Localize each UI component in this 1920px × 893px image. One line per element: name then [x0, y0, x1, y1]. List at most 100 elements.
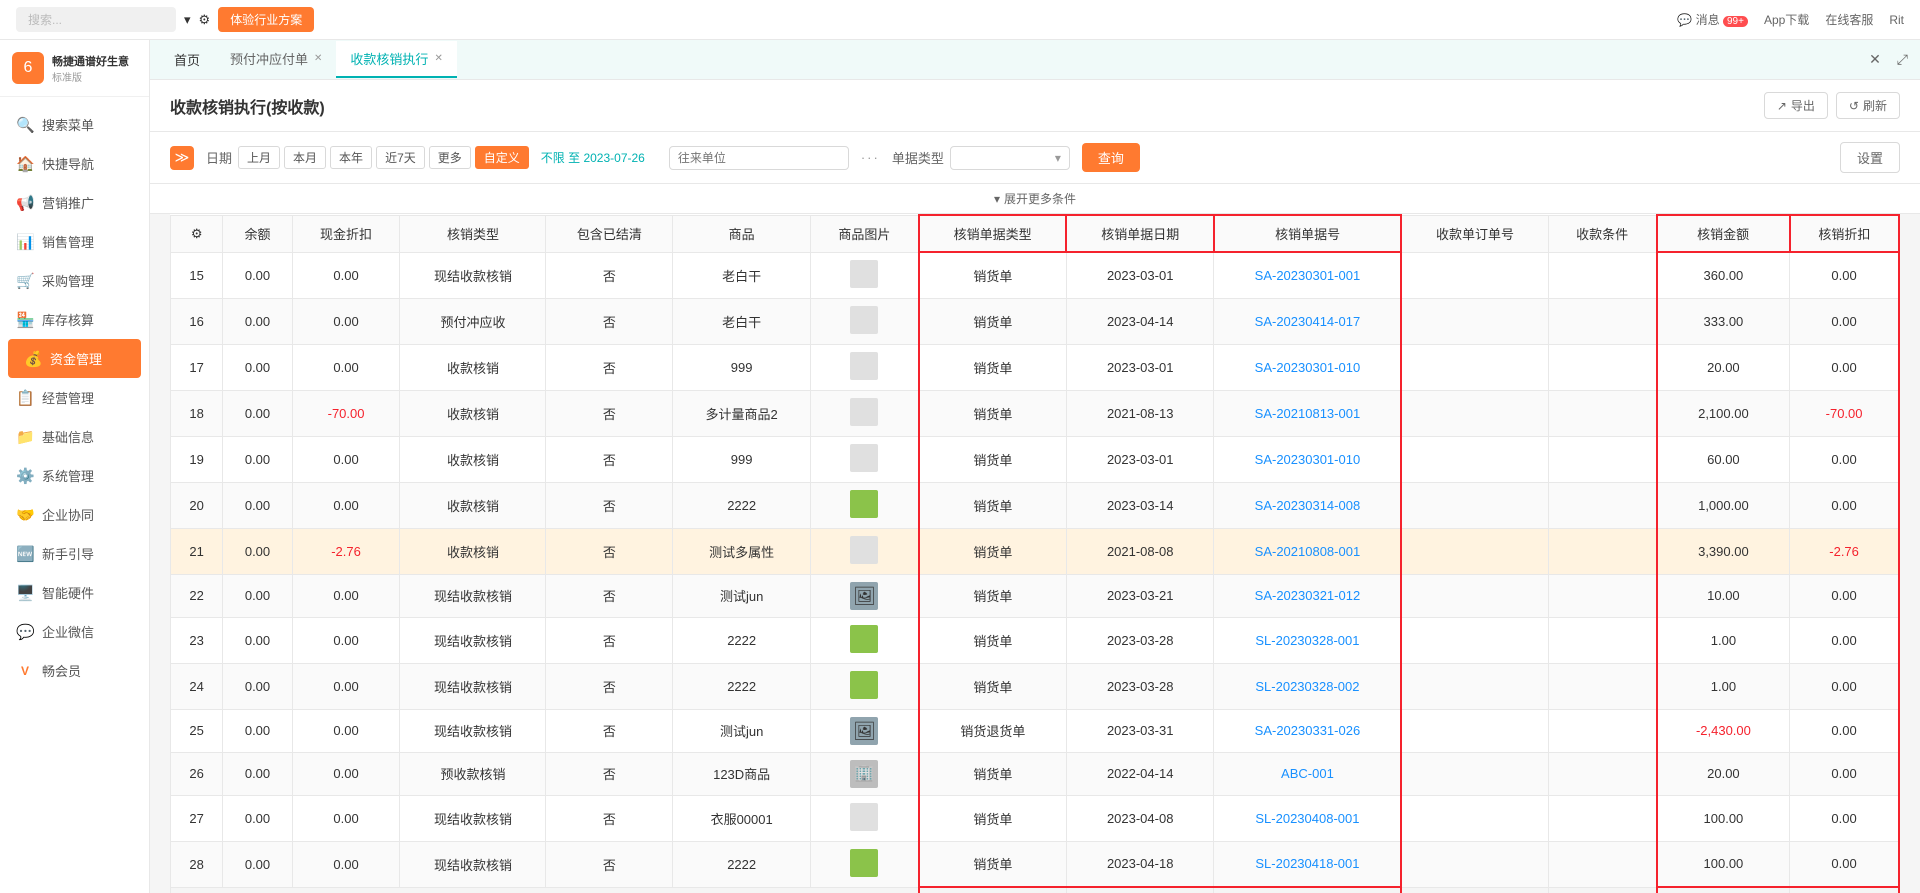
td-payment-term — [1548, 252, 1656, 298]
sidebar-logo: 6 畅捷通谱好生意 标准版 — [0, 40, 149, 97]
date-btn-this-month[interactable]: 本月 — [284, 146, 326, 169]
expand-conditions-btn[interactable]: ▾ 展开更多条件 — [994, 190, 1076, 207]
td-include-cleared: 否 — [546, 344, 673, 390]
message-icon[interactable]: 💬 消息 99+ — [1677, 11, 1748, 28]
td-include-cleared: 否 — [546, 252, 673, 298]
bill-type-select[interactable]: ▾ — [950, 146, 1070, 170]
sidebar-item-operations[interactable]: 📋 经营管理 — [0, 378, 149, 417]
th-payment-term: 收款条件 — [1548, 215, 1656, 252]
sidebar-item-search[interactable]: 🔍 搜索菜单 — [0, 105, 149, 144]
td-order-no — [1401, 252, 1548, 298]
bill-no-link[interactable]: SA-20230301-010 — [1255, 452, 1361, 467]
query-button[interactable]: 查询 — [1082, 143, 1140, 172]
td-bill-type: 销货单 — [919, 298, 1067, 344]
sidebar-item-sales[interactable]: 📊 销售管理 — [0, 222, 149, 261]
td-write-off-amount: 333.00 — [1657, 298, 1790, 344]
td-order-no — [1401, 574, 1548, 617]
bill-no-link[interactable]: SL-20230418-001 — [1255, 856, 1359, 871]
td-product-img — [810, 663, 918, 709]
date-btn-this-year[interactable]: 本年 — [330, 146, 372, 169]
tab-prepay-close[interactable]: ✕ — [314, 53, 322, 64]
sidebar-item-system[interactable]: ⚙️ 系统管理 — [0, 456, 149, 495]
th-settings[interactable]: ⚙ — [171, 215, 223, 252]
bill-no-link[interactable]: SA-20230331-026 — [1255, 723, 1361, 738]
sidebar-label-operations: 经营管理 — [42, 388, 94, 407]
refresh-button[interactable]: ↺ 刷新 — [1836, 92, 1900, 119]
settings-icon[interactable]: ⚙ — [199, 12, 211, 28]
date-btn-more[interactable]: 更多 — [429, 146, 471, 169]
system-icon: ⚙️ — [16, 467, 34, 485]
bill-no-link[interactable]: SA-20230314-008 — [1255, 498, 1361, 513]
td-include-cleared: 否 — [546, 482, 673, 528]
sidebar-label-marketing: 营销推广 — [42, 193, 94, 212]
tab-expand-btn[interactable]: ⤢ — [1893, 47, 1912, 72]
export-icon: ↗ — [1777, 99, 1787, 113]
tab-prepay[interactable]: 预付冲应付单 ✕ — [216, 41, 336, 78]
td-bill-date: 2023-03-28 — [1066, 617, 1214, 663]
td-write-off-discount: 0.00 — [1790, 436, 1899, 482]
tab-receipt[interactable]: 收款核销执行 ✕ — [336, 41, 456, 78]
tab-bar-actions: ✕ ⤢ — [1865, 47, 1912, 72]
bill-no-link[interactable]: SL-20230408-001 — [1255, 811, 1359, 826]
export-button[interactable]: ↗ 导出 — [1764, 92, 1828, 119]
td-payment-term — [1548, 390, 1656, 436]
td-no: 15 — [171, 252, 223, 298]
date-btn-custom[interactable]: 自定义 — [475, 146, 529, 169]
sidebar-item-guide[interactable]: 🆕 新手引导 — [0, 534, 149, 573]
bill-no-link[interactable]: SL-20230328-002 — [1255, 679, 1359, 694]
date-btn-7days[interactable]: 近7天 — [376, 146, 425, 169]
td-balance: 0.00 — [223, 344, 292, 390]
partner-input[interactable] — [669, 146, 849, 170]
bill-no-link[interactable]: SA-20210813-001 — [1255, 406, 1361, 421]
table-scroll[interactable]: ⚙ 余额 现金折扣 核销类型 包含已结清 商品 商品图片 核销单据类型 核销单据… — [170, 214, 1900, 893]
app-download-link[interactable]: App下载 — [1764, 11, 1809, 28]
td-payment-term — [1548, 528, 1656, 574]
messages-label: 消息 — [1696, 13, 1720, 27]
td-write-off-discount: -70.00 — [1790, 390, 1899, 436]
td-order-no — [1401, 298, 1548, 344]
td-product: 衣服00001 — [673, 795, 811, 841]
date-btn-last-month[interactable]: 上月 — [238, 146, 280, 169]
footer-bill-type — [919, 887, 1067, 893]
td-write-off-type: 收款核销 — [400, 344, 546, 390]
td-write-off-amount: 360.00 — [1657, 252, 1790, 298]
sidebar-item-inventory[interactable]: 🏪 库存核算 — [0, 300, 149, 339]
td-product-img — [810, 390, 918, 436]
bill-no-link[interactable]: SL-20230328-001 — [1255, 633, 1359, 648]
bill-no-link[interactable]: ABC-001 — [1281, 766, 1334, 781]
filter-toggle-btn[interactable]: ≫ — [170, 146, 194, 170]
sidebar-item-member[interactable]: V 畅会员 — [0, 651, 149, 690]
td-write-off-type: 现结收款核销 — [400, 252, 546, 298]
td-bill-type: 销货单 — [919, 344, 1067, 390]
td-cash-discount: 0.00 — [292, 795, 400, 841]
sidebar-item-purchase[interactable]: 🛒 采购管理 — [0, 261, 149, 300]
sidebar-item-wechat[interactable]: 💬 企业微信 — [0, 612, 149, 651]
sidebar-item-basic[interactable]: 📁 基础信息 — [0, 417, 149, 456]
footer-empty — [171, 887, 919, 893]
industry-btn[interactable]: 体验行业方案 — [218, 7, 314, 32]
td-balance: 0.00 — [223, 663, 292, 709]
tab-close-btn[interactable]: ✕ — [1865, 47, 1885, 72]
bill-no-link[interactable]: SA-20210808-001 — [1255, 544, 1361, 559]
bill-no-link[interactable]: SA-20230301-010 — [1255, 360, 1361, 375]
table-row: 18 0.00 -70.00 收款核销 否 多计量商品2 销货单 2021-08… — [171, 390, 1900, 436]
sidebar-item-enterprise[interactable]: 🤝 企业协同 — [0, 495, 149, 534]
bill-no-link[interactable]: SA-20230301-001 — [1255, 268, 1361, 283]
sidebar-item-finance[interactable]: 💰 资金管理 — [8, 339, 141, 378]
bill-no-link[interactable]: SA-20230321-012 — [1255, 588, 1361, 603]
td-order-no — [1401, 344, 1548, 390]
tab-receipt-close[interactable]: ✕ — [434, 53, 442, 64]
online-service-link[interactable]: 在线客服 — [1825, 11, 1873, 28]
th-bill-date: 核销单据日期 — [1066, 215, 1214, 252]
td-write-off-type: 收款核销 — [400, 482, 546, 528]
td-no: 18 — [171, 390, 223, 436]
sidebar-item-hardware[interactable]: 🖥️ 智能硬件 — [0, 573, 149, 612]
tab-home[interactable]: 首页 — [158, 42, 216, 77]
sidebar-item-shortcuts[interactable]: 🏠 快捷导航 — [0, 144, 149, 183]
bill-no-link[interactable]: SA-20230414-017 — [1255, 314, 1361, 329]
search-bar[interactable]: 搜索... — [16, 7, 176, 32]
td-bill-no: SL-20230328-001 — [1214, 617, 1401, 663]
settings-button[interactable]: 设置 — [1840, 142, 1900, 173]
td-balance: 0.00 — [223, 298, 292, 344]
sidebar-item-marketing[interactable]: 📢 营销推广 — [0, 183, 149, 222]
